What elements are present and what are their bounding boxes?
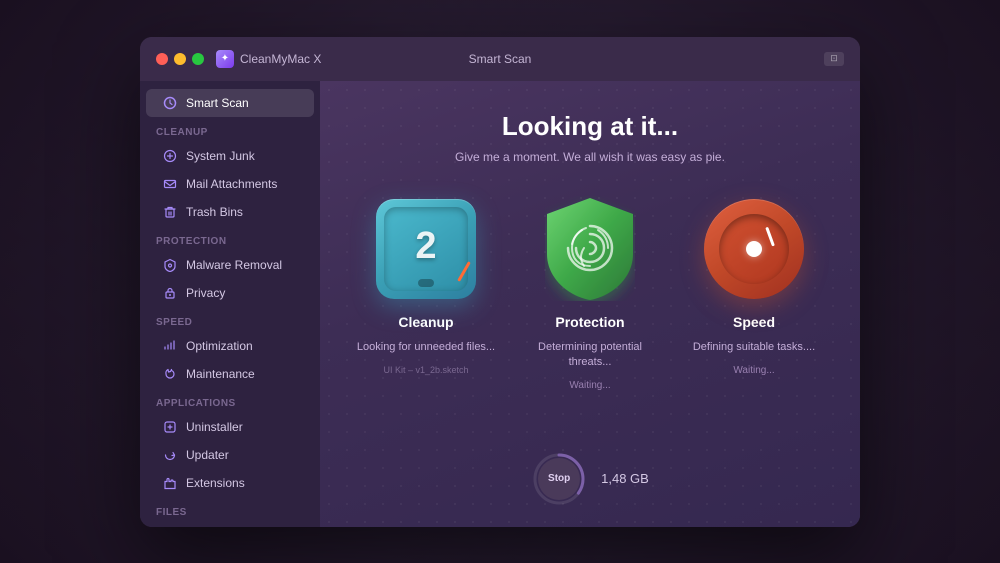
sidebar-item-space-lens[interactable]: Space Lens: [146, 522, 314, 527]
cards-row: 2 Cleanup Looking for unneeded files... …: [356, 194, 824, 392]
speed-title: Speed: [733, 314, 775, 330]
protection-title: Protection: [555, 314, 624, 330]
sidebar-item-updater[interactable]: Updater: [146, 441, 314, 469]
speed-desc: Defining suitable tasks....: [693, 340, 815, 355]
card-cleanup: 2 Cleanup Looking for unneeded files... …: [356, 194, 496, 375]
shield-icon-wrap: [540, 194, 640, 304]
sidebar-label-malware-removal: Malware Removal: [186, 258, 282, 272]
disk-number: 2: [415, 226, 436, 264]
malware-icon: [162, 257, 178, 273]
sidebar-item-optimization[interactable]: Optimization: [146, 332, 314, 360]
sidebar-item-extensions[interactable]: Extensions: [146, 469, 314, 497]
gauge-needle: [765, 226, 775, 246]
system-junk-icon: [162, 148, 178, 164]
sidebar-label-privacy: Privacy: [186, 286, 225, 300]
cleanup-title: Cleanup: [398, 314, 453, 330]
cleanup-file: UI Kit – v1_2b.sketch: [383, 365, 468, 375]
sidebar-label-uninstaller: Uninstaller: [186, 420, 243, 434]
maximize-button[interactable]: [192, 53, 204, 65]
progress-ring-wrap: Stop: [531, 451, 587, 507]
trash-icon: [162, 204, 178, 220]
sidebar-item-smart-scan[interactable]: Smart Scan: [146, 89, 314, 117]
sidebar-label-extensions: Extensions: [186, 476, 245, 490]
gauge-inner: [719, 214, 789, 284]
content-subtitle: Give me a moment. We all wish it was eas…: [455, 150, 725, 164]
content-area: Looking at it... Give me a moment. We al…: [320, 81, 860, 527]
maintenance-icon: [162, 366, 178, 382]
optimization-icon: [162, 338, 178, 354]
stop-button-label: Stop: [548, 473, 570, 484]
sidebar-label-maintenance: Maintenance: [186, 367, 255, 381]
sidebar-item-maintenance[interactable]: Maintenance: [146, 360, 314, 388]
section-files: Files: [140, 497, 320, 522]
extensions-icon: [162, 475, 178, 491]
main-window: ✦ CleanMyMac X Smart Scan Smart Scan Cle…: [140, 37, 860, 527]
updater-icon: [162, 447, 178, 463]
app-name: CleanMyMac X: [240, 52, 321, 66]
disk-connector: [418, 279, 434, 287]
uninstaller-icon: [162, 419, 178, 435]
section-protection: Protection: [140, 226, 320, 251]
close-button[interactable]: [156, 53, 168, 65]
app-title-group: ✦ CleanMyMac X: [216, 50, 321, 68]
cleanup-icon-wrap: 2: [371, 194, 481, 304]
sidebar-item-system-junk[interactable]: System Junk: [146, 142, 314, 170]
title-bar: ✦ CleanMyMac X Smart Scan: [140, 37, 860, 81]
protection-desc: Determining potential threats...: [520, 340, 660, 371]
window-controls: [824, 52, 844, 66]
app-icon: ✦: [216, 50, 234, 68]
sidebar: Smart Scan Cleanup System Junk: [140, 81, 320, 527]
sidebar-item-malware-removal[interactable]: Malware Removal: [146, 251, 314, 279]
progress-size: 1,48 GB: [601, 471, 649, 486]
privacy-icon: [162, 285, 178, 301]
window-control-btn[interactable]: [824, 52, 844, 66]
disk-needle: [457, 261, 471, 282]
window-title: Smart Scan: [469, 52, 532, 66]
sidebar-item-uninstaller[interactable]: Uninstaller: [146, 413, 314, 441]
content-title: Looking at it...: [502, 111, 678, 142]
sidebar-label-updater: Updater: [186, 448, 229, 462]
gauge-dot: [746, 241, 762, 257]
cleanup-desc: Looking for unneeded files...: [357, 340, 495, 355]
disk-icon: 2: [376, 199, 476, 299]
sidebar-item-mail-attachments[interactable]: Mail Attachments: [146, 170, 314, 198]
sidebar-label-mail-attachments: Mail Attachments: [186, 177, 277, 191]
sidebar-label-system-junk: System Junk: [186, 149, 255, 163]
protection-status: Waiting...: [569, 380, 610, 391]
sidebar-label-optimization: Optimization: [186, 339, 253, 353]
sidebar-item-privacy[interactable]: Privacy: [146, 279, 314, 307]
card-protection: Protection Determining potential threats…: [520, 194, 660, 392]
sidebar-label-trash-bins: Trash Bins: [186, 205, 243, 219]
protection-icon-wrap: [535, 194, 645, 304]
sidebar-item-trash-bins[interactable]: Trash Bins: [146, 198, 314, 226]
card-speed: Speed Defining suitable tasks.... Waitin…: [684, 194, 824, 376]
shield-svg: [545, 196, 635, 301]
gauge-icon: [704, 199, 804, 299]
minimize-button[interactable]: [174, 53, 186, 65]
mail-icon: [162, 176, 178, 192]
section-cleanup: Cleanup: [140, 117, 320, 142]
smart-scan-icon: [162, 95, 178, 111]
speed-status: Waiting...: [733, 365, 774, 376]
section-applications: Applications: [140, 388, 320, 413]
speed-icon-wrap: [699, 194, 809, 304]
bottom-section: Stop 1,48 GB: [531, 431, 649, 507]
traffic-lights: [156, 53, 204, 65]
sidebar-label-smart-scan: Smart Scan: [186, 96, 249, 110]
stop-button[interactable]: Stop: [538, 458, 580, 500]
section-speed: Speed: [140, 307, 320, 332]
main-layout: Smart Scan Cleanup System Junk: [140, 81, 860, 527]
